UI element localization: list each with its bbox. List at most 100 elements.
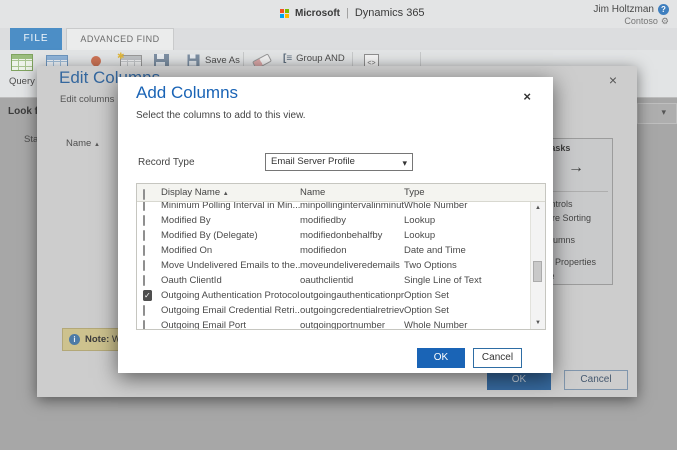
add-columns-dialog: Add Columns × Select the columns to add …: [118, 77, 553, 373]
cell-name: modifiedon: [300, 245, 347, 256]
scroll-down-icon[interactable]: ▼: [531, 320, 545, 326]
cell-type: Date and Time: [404, 245, 466, 256]
row-checkbox[interactable]: [143, 305, 145, 316]
cell-type: Lookup: [404, 215, 436, 226]
chevron-down-icon: ▾: [661, 107, 666, 117]
add-columns-cancel-button[interactable]: Cancel: [473, 348, 522, 368]
org-name[interactable]: Contoso: [624, 16, 658, 26]
scrollbar-thumb[interactable]: [533, 261, 542, 282]
close-icon[interactable]: ×: [609, 72, 617, 88]
name-column-header: Name: [66, 138, 92, 149]
record-type-label: Record Type: [138, 157, 195, 168]
results-button[interactable]: [88, 53, 104, 69]
table-row[interactable]: Oauth ClientId oauthclientid Single Line…: [137, 273, 530, 288]
note-label: Note:: [85, 334, 110, 345]
cell-type: Whole Number: [404, 202, 468, 211]
type-header[interactable]: Type: [404, 187, 545, 198]
save-as-label: Save As: [205, 55, 240, 66]
edit-columns-subtitle: Edit columns: [60, 94, 115, 105]
cell-type: Single Line of Text: [404, 275, 482, 286]
user-block: Jim Holtzman ? Contoso ⚙: [593, 4, 669, 26]
columns-table-body: Minimum Polling Interval in Min... minpo…: [137, 202, 530, 329]
cell-name: oauthclientid: [300, 275, 354, 286]
row-checkbox[interactable]: [143, 245, 145, 256]
table-row[interactable]: Outgoing Email Credential Retri... outgo…: [137, 303, 530, 318]
columns-list-header[interactable]: Name ▲: [66, 138, 100, 149]
tab-advanced-find[interactable]: ADVANCED FIND: [66, 28, 174, 50]
display-name-header[interactable]: Display Name ▲: [161, 187, 300, 198]
cell-type: Lookup: [404, 230, 436, 241]
help-icon[interactable]: ?: [658, 4, 669, 15]
table-row[interactable]: Move Undelivered Emails to the... moveun…: [137, 258, 530, 273]
cell-type: Two Options: [404, 260, 457, 271]
edit-columns-cancel-button[interactable]: Cancel: [564, 370, 628, 390]
row-checkbox[interactable]: [143, 260, 145, 271]
table-row[interactable]: Outgoing Email Port outgoingportnumber W…: [137, 318, 530, 329]
record-type-select[interactable]: Email Server Profile ▾: [265, 153, 413, 171]
cell-display-name: Outgoing Email Port: [161, 320, 247, 329]
advanced-find-window: Microsoft | Dynamics 365 Jim Holtzman ? …: [0, 0, 677, 450]
table-row[interactable]: Minimum Polling Interval in Min... minpo…: [137, 202, 530, 213]
ribbon-tab-row: FILE ADVANCED FIND: [0, 28, 677, 50]
brand: Microsoft | Dynamics 365: [280, 7, 425, 19]
row-checkbox[interactable]: [143, 320, 145, 329]
cell-display-name: Move Undelivered Emails to the...: [161, 260, 300, 271]
cell-display-name: Outgoing Email Credential Retri...: [161, 305, 300, 316]
brand-product: Dynamics 365: [354, 7, 425, 19]
sparkle-icon: ✱: [117, 51, 125, 61]
cell-display-name: Outgoing Authentication Protocol: [161, 290, 300, 301]
tab-file[interactable]: FILE: [10, 28, 62, 50]
add-columns-ok-button[interactable]: OK: [417, 348, 465, 368]
row-checkbox[interactable]: [143, 215, 145, 226]
add-columns-title: Add Columns: [136, 83, 239, 102]
cell-display-name: Minimum Polling Interval in Min...: [161, 202, 300, 211]
name-header[interactable]: Name: [300, 187, 404, 198]
row-checkbox[interactable]: ✓: [143, 290, 152, 301]
clear-button[interactable]: [251, 53, 273, 70]
edit-columns-ok-button[interactable]: OK: [487, 370, 551, 390]
close-icon[interactable]: ×: [523, 89, 531, 104]
add-columns-subtitle: Select the columns to add to this view.: [136, 110, 306, 121]
save-as-icon: [187, 54, 200, 67]
cell-display-name: Modified By: [161, 215, 211, 226]
gear-icon[interactable]: ⚙: [661, 16, 669, 26]
table-row[interactable]: Modified On modifiedon Date and Time: [137, 243, 530, 258]
cell-name: outgoingauthenticationpr...: [300, 290, 404, 301]
cell-name: moveundeliveredemails: [300, 260, 400, 271]
cell-name: modifiedby: [300, 215, 346, 226]
top-bar: Microsoft | Dynamics 365 Jim Holtzman ? …: [0, 0, 677, 28]
table-scrollbar[interactable]: ▲ ▼: [530, 202, 545, 329]
table-row[interactable]: Modified By modifiedby Lookup: [137, 213, 530, 228]
cell-name: modifiedonbehalfby: [300, 230, 383, 241]
table-row[interactable]: ✓ Outgoing Authentication Protocol outgo…: [137, 288, 530, 303]
cell-name: minpollingintervalinminutes: [300, 202, 404, 211]
query-collapse-bar[interactable]: ▾: [637, 103, 677, 124]
move-right-icon[interactable]: →: [568, 159, 584, 177]
row-checkbox[interactable]: [143, 230, 145, 241]
columns-table: Display Name ▲ Name Type Minimum Polling…: [136, 183, 546, 330]
info-icon: i: [69, 334, 80, 345]
query-icon: [11, 54, 33, 71]
scroll-up-icon[interactable]: ▲: [531, 205, 545, 211]
cell-display-name: Oauth ClientId: [161, 275, 222, 286]
cell-type: Option Set: [404, 305, 449, 316]
query-button[interactable]: [11, 54, 33, 71]
group-and-button[interactable]: [≡ Group AND: [283, 53, 345, 64]
columns-table-header: Display Name ▲ Name Type: [137, 184, 545, 202]
brand-divider: |: [346, 7, 349, 19]
cell-display-name: Modified By (Delegate): [161, 230, 258, 241]
table-row[interactable]: Modified By (Delegate) modifiedonbehalfb…: [137, 228, 530, 243]
group-and-icon: [≡: [283, 53, 293, 64]
record-type-value: Email Server Profile: [271, 156, 355, 167]
row-checkbox[interactable]: [143, 202, 145, 211]
row-checkbox[interactable]: [143, 275, 145, 286]
user-name[interactable]: Jim Holtzman: [593, 4, 654, 15]
select-all-checkbox[interactable]: [143, 188, 145, 200]
cell-display-name: Modified On: [161, 245, 213, 256]
query-label: Query: [9, 76, 35, 87]
cell-type: Option Set: [404, 290, 449, 301]
brand-microsoft: Microsoft: [295, 7, 340, 19]
sort-asc-icon: ▲: [222, 191, 229, 197]
cell-name: outgoingportnumber: [300, 320, 386, 329]
group-and-label: Group AND: [296, 53, 345, 64]
